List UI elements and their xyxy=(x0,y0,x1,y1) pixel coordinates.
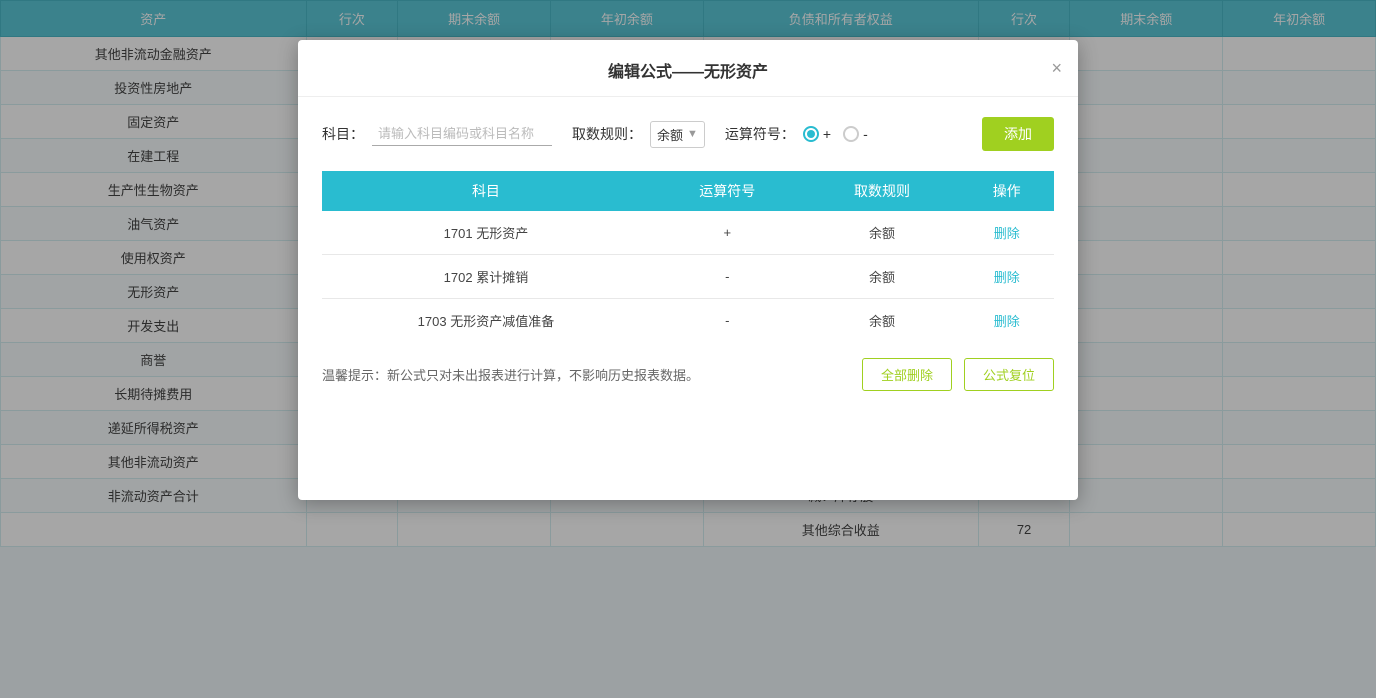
modal-dialog: 编辑公式——无形资产 × 科目： 取数规则： 余额 ▼ xyxy=(298,40,1078,500)
modal-header: 编辑公式——无形资产 × xyxy=(298,40,1078,97)
cell-operator-0: + xyxy=(650,211,805,255)
rule-group: 取数规则： 余额 ▼ xyxy=(572,121,705,148)
rule-value: 余额 xyxy=(657,125,683,144)
cell-operator-2: - xyxy=(650,299,805,343)
operator-label: 运算符号： xyxy=(725,124,795,144)
form-row: 科目： 取数规则： 余额 ▼ 运算符号： xyxy=(322,117,1054,151)
cell-operator-1: - xyxy=(650,255,805,299)
radio-group: + - xyxy=(803,126,868,142)
radio-plus-label: + xyxy=(823,126,831,142)
delete-row-button-1[interactable]: 删除 xyxy=(994,267,1020,286)
page-container: 资产 行次 期末余额 年初余额 负债和所有者权益 行次 期末余额 年初余额 其他… xyxy=(0,0,1376,698)
add-button[interactable]: 添加 xyxy=(982,117,1054,151)
table-header-row: 科目 运算符号 取数规则 操作 xyxy=(322,171,1054,211)
cell-action-1: 删除 xyxy=(959,255,1054,299)
cell-rule-1: 余额 xyxy=(805,255,960,299)
formula-table: 科目 运算符号 取数规则 操作 1701 无形资产 + 余额 删除 1702 累… xyxy=(322,171,1054,342)
radio-plus[interactable]: + xyxy=(803,126,831,142)
col-action: 操作 xyxy=(959,171,1054,211)
rule-label: 取数规则： xyxy=(572,124,642,144)
subject-label: 科目： xyxy=(322,124,364,144)
radio-minus-circle xyxy=(843,126,859,142)
radio-plus-circle xyxy=(803,126,819,142)
table-row: 1703 无形资产减值准备 - 余额 删除 xyxy=(322,299,1054,343)
table-row: 1701 无形资产 + 余额 删除 xyxy=(322,211,1054,255)
modal-footer: 温馨提示：新公式只对未出报表进行计算，不影响历史报表数据。 全部删除 公式复位 xyxy=(298,342,1078,407)
col-subject: 科目 xyxy=(322,171,650,211)
modal-close-button[interactable]: × xyxy=(1051,59,1062,77)
col-rule: 取数规则 xyxy=(805,171,960,211)
cell-subject-0: 1701 无形资产 xyxy=(322,211,650,255)
footer-actions: 全部删除 公式复位 xyxy=(862,358,1054,391)
cell-subject-1: 1702 累计摊销 xyxy=(322,255,650,299)
cell-action-0: 删除 xyxy=(959,211,1054,255)
modal-title: 编辑公式——无形资产 xyxy=(608,64,768,81)
cell-rule-0: 余额 xyxy=(805,211,960,255)
cell-action-2: 删除 xyxy=(959,299,1054,343)
rule-select[interactable]: 余额 ▼ xyxy=(650,121,705,148)
modal-body: 科目： 取数规则： 余额 ▼ 运算符号： xyxy=(298,97,1078,342)
operator-group: 运算符号： + - xyxy=(725,124,868,144)
radio-minus[interactable]: - xyxy=(843,126,868,142)
reset-formula-button[interactable]: 公式复位 xyxy=(964,358,1054,391)
modal-overlay: 编辑公式——无形资产 × 科目： 取数规则： 余额 ▼ xyxy=(0,0,1376,698)
cell-subject-2: 1703 无形资产减值准备 xyxy=(322,299,650,343)
delete-all-button[interactable]: 全部删除 xyxy=(862,358,952,391)
subject-group: 科目： xyxy=(322,122,552,146)
chevron-down-icon: ▼ xyxy=(687,128,698,140)
cell-rule-2: 余额 xyxy=(805,299,960,343)
delete-row-button-0[interactable]: 删除 xyxy=(994,223,1020,242)
footer-tip: 温馨提示：新公式只对未出报表进行计算，不影响历史报表数据。 xyxy=(322,365,699,384)
col-operator: 运算符号 xyxy=(650,171,805,211)
radio-minus-label: - xyxy=(863,126,868,142)
table-row: 1702 累计摊销 - 余额 删除 xyxy=(322,255,1054,299)
delete-row-button-2[interactable]: 删除 xyxy=(994,311,1020,330)
subject-input[interactable] xyxy=(372,122,552,146)
